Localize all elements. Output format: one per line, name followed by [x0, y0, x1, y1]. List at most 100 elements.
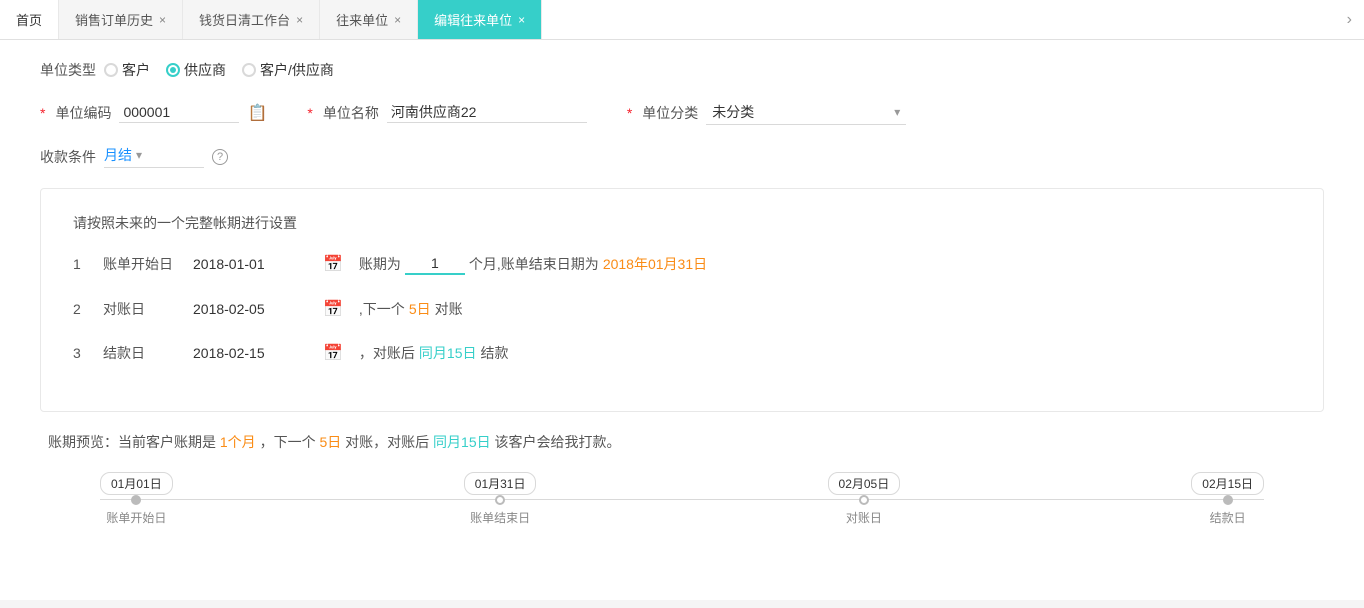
preview-text: 账期预览：当前客户账期是 1个月 ，下一个 5日 对账，对账后 同月15日 该客…	[40, 432, 1324, 452]
timeline-node-end: 02月15日 结款日	[1191, 472, 1264, 526]
radio-circle-both	[242, 63, 256, 77]
step-1-desc-prefix: 账期为	[359, 254, 401, 274]
billing-period-input[interactable]	[405, 253, 465, 275]
step-2-row: 2 对账日 2018-02-05 📅 ,下一个 5日 对账	[73, 299, 1291, 319]
timeline-node-2: 02月05日 对账日	[828, 472, 901, 526]
timeline-node-start: 01月01日 账单开始日	[100, 472, 173, 526]
step-1-label: 账单开始日	[103, 254, 193, 274]
unit-code-label: 单位编码	[55, 103, 111, 123]
tab-more-button[interactable]: ›	[1335, 0, 1364, 39]
step-2-orange: 5日	[409, 299, 431, 319]
radio-supplier[interactable]: 供应商	[166, 60, 226, 80]
step-2-desc-prefix: ,下一个	[359, 299, 405, 319]
unit-info-row: * 单位编码 📋 * 单位名称 * 单位分类 未分类 ▾	[40, 100, 1324, 125]
payment-condition-label: 收款条件	[40, 147, 96, 167]
timeline-dot-2	[859, 495, 869, 505]
preview-mid2: 对账，对账后	[345, 434, 429, 450]
timeline-dot-1	[495, 495, 505, 505]
radio-customer[interactable]: 客户	[104, 60, 150, 80]
step-3-date: 2018-02-15	[193, 345, 323, 361]
tab-cash-work[interactable]: 钱货日清工作台 ×	[183, 0, 320, 39]
step-1-row: 1 账单开始日 2018-01-01 📅 账期为 个月,账单结束日期为 2018…	[73, 253, 1291, 275]
tab-home[interactable]: 首页	[0, 0, 59, 39]
timeline-container: 01月01日 账单开始日 01月31日 账单结束日 02月05日 对账日 02月…	[40, 472, 1324, 526]
payment-condition-value: 月结	[104, 145, 132, 165]
preview-part2: 5日	[319, 434, 341, 450]
unit-type-label: 单位类型	[40, 60, 96, 80]
tab-bar: 首页 销售订单历史 × 钱货日清工作台 × 往来单位 × 编辑往来单位 × ›	[0, 0, 1364, 40]
timeline: 01月01日 账单开始日 01月31日 账单结束日 02月05日 对账日 02月…	[80, 472, 1284, 526]
tab-edit-partner[interactable]: 编辑往来单位 ×	[418, 0, 542, 39]
unit-name-label: 单位名称	[323, 103, 379, 123]
step-1-date: 2018-01-01	[193, 256, 323, 272]
payment-row: 收款条件 月结 ▾ ?	[40, 145, 1324, 168]
unit-type-group: 单位类型 客户 供应商 客户/供应商	[40, 60, 334, 80]
radio-both-label: 客户/供应商	[260, 60, 334, 80]
unit-cat-required: *	[627, 105, 632, 121]
radio-circle-supplier	[166, 63, 180, 77]
timeline-badge-2: 02月05日	[828, 472, 901, 495]
unit-name-input[interactable]	[387, 102, 587, 123]
step-3-desc-prefix: ，对账后	[359, 343, 415, 363]
unit-name-required: *	[307, 105, 312, 121]
close-tab-partners[interactable]: ×	[394, 13, 401, 27]
timeline-items: 01月01日 账单开始日 01月31日 账单结束日 02月05日 对账日 02月…	[100, 472, 1264, 526]
payment-condition-group: 收款条件 月结 ▾ ?	[40, 145, 228, 168]
step-3-desc: ，对账后 同月15日 结款	[359, 343, 509, 363]
timeline-dot-0	[131, 495, 141, 505]
close-tab-sales[interactable]: ×	[159, 13, 166, 27]
radio-customer-label: 客户	[122, 60, 150, 80]
copy-icon[interactable]: 📋	[247, 103, 267, 123]
unit-code-input[interactable]	[119, 102, 239, 123]
billing-panel: 请按照未来的一个完整帐期进行设置 1 账单开始日 2018-01-01 📅 账期…	[40, 188, 1324, 412]
step-1-cal-icon[interactable]: 📅	[323, 254, 343, 274]
unit-category-select[interactable]: 未分类 ▾	[706, 100, 906, 125]
preview-mid1: ，下一个	[260, 434, 316, 450]
timeline-sublabel-1: 账单结束日	[470, 509, 530, 526]
step-3-num: 3	[73, 345, 103, 361]
step-2-label: 对账日	[103, 299, 193, 319]
timeline-badge-3: 02月15日	[1191, 472, 1264, 495]
step-2-cal-icon[interactable]: 📅	[323, 299, 343, 319]
unit-category-label: 单位分类	[642, 103, 698, 123]
step-1-end-date: 2018年01月31日	[603, 254, 707, 274]
step-2-num: 2	[73, 301, 103, 317]
step-1-desc: 账期为 个月,账单结束日期为 2018年01月31日	[359, 253, 707, 275]
preview-end: 该客户会给我打款。	[495, 434, 621, 450]
payment-condition-dropdown[interactable]: 月结 ▾	[104, 145, 204, 168]
step-3-label: 结款日	[103, 343, 193, 363]
preview-part3: 同月15日	[433, 434, 491, 450]
timeline-sublabel-2: 对账日	[846, 509, 882, 526]
timeline-node-1: 01月31日 账单结束日	[464, 472, 537, 526]
payment-dropdown-arrow: ▾	[136, 148, 142, 162]
panel-hint: 请按照未来的一个完整帐期进行设置	[73, 213, 1291, 233]
unit-code-required: *	[40, 105, 45, 121]
step-2-desc: ,下一个 5日 对账	[359, 299, 463, 319]
close-tab-cash[interactable]: ×	[296, 13, 303, 27]
timeline-sublabel-0: 账单开始日	[106, 509, 166, 526]
unit-category-value: 未分类	[712, 102, 890, 122]
timeline-sublabel-3: 结款日	[1210, 509, 1246, 526]
timeline-badge-1: 01月31日	[464, 472, 537, 495]
tab-sales-history[interactable]: 销售订单历史 ×	[59, 0, 183, 39]
step-2-desc-suffix: 对账	[435, 299, 463, 319]
step-3-desc-suffix: 结款	[481, 343, 509, 363]
step-3-teal: 同月15日	[419, 343, 477, 363]
tab-partners[interactable]: 往来单位 ×	[320, 0, 418, 39]
payment-help-icon[interactable]: ?	[212, 149, 228, 165]
unit-type-row: 单位类型 客户 供应商 客户/供应商	[40, 60, 1324, 80]
step-1-desc-suffix: 个月,账单结束日期为	[469, 254, 599, 274]
unit-category-arrow: ▾	[894, 105, 900, 119]
unit-category-group: * 单位分类 未分类 ▾	[627, 100, 906, 125]
step-2-date: 2018-02-05	[193, 301, 323, 317]
unit-type-radios: 客户 供应商 客户/供应商	[104, 60, 334, 80]
step-1-num: 1	[73, 256, 103, 272]
step-3-cal-icon[interactable]: 📅	[323, 343, 343, 363]
unit-code-group: * 单位编码 📋	[40, 102, 267, 123]
close-tab-edit-partner[interactable]: ×	[518, 13, 525, 27]
radio-both[interactable]: 客户/供应商	[242, 60, 334, 80]
timeline-dot-3	[1223, 495, 1233, 505]
preview-part1: 1个月	[220, 434, 256, 450]
timeline-badge-0: 01月01日	[100, 472, 173, 495]
step-3-row: 3 结款日 2018-02-15 📅 ，对账后 同月15日 结款	[73, 343, 1291, 363]
